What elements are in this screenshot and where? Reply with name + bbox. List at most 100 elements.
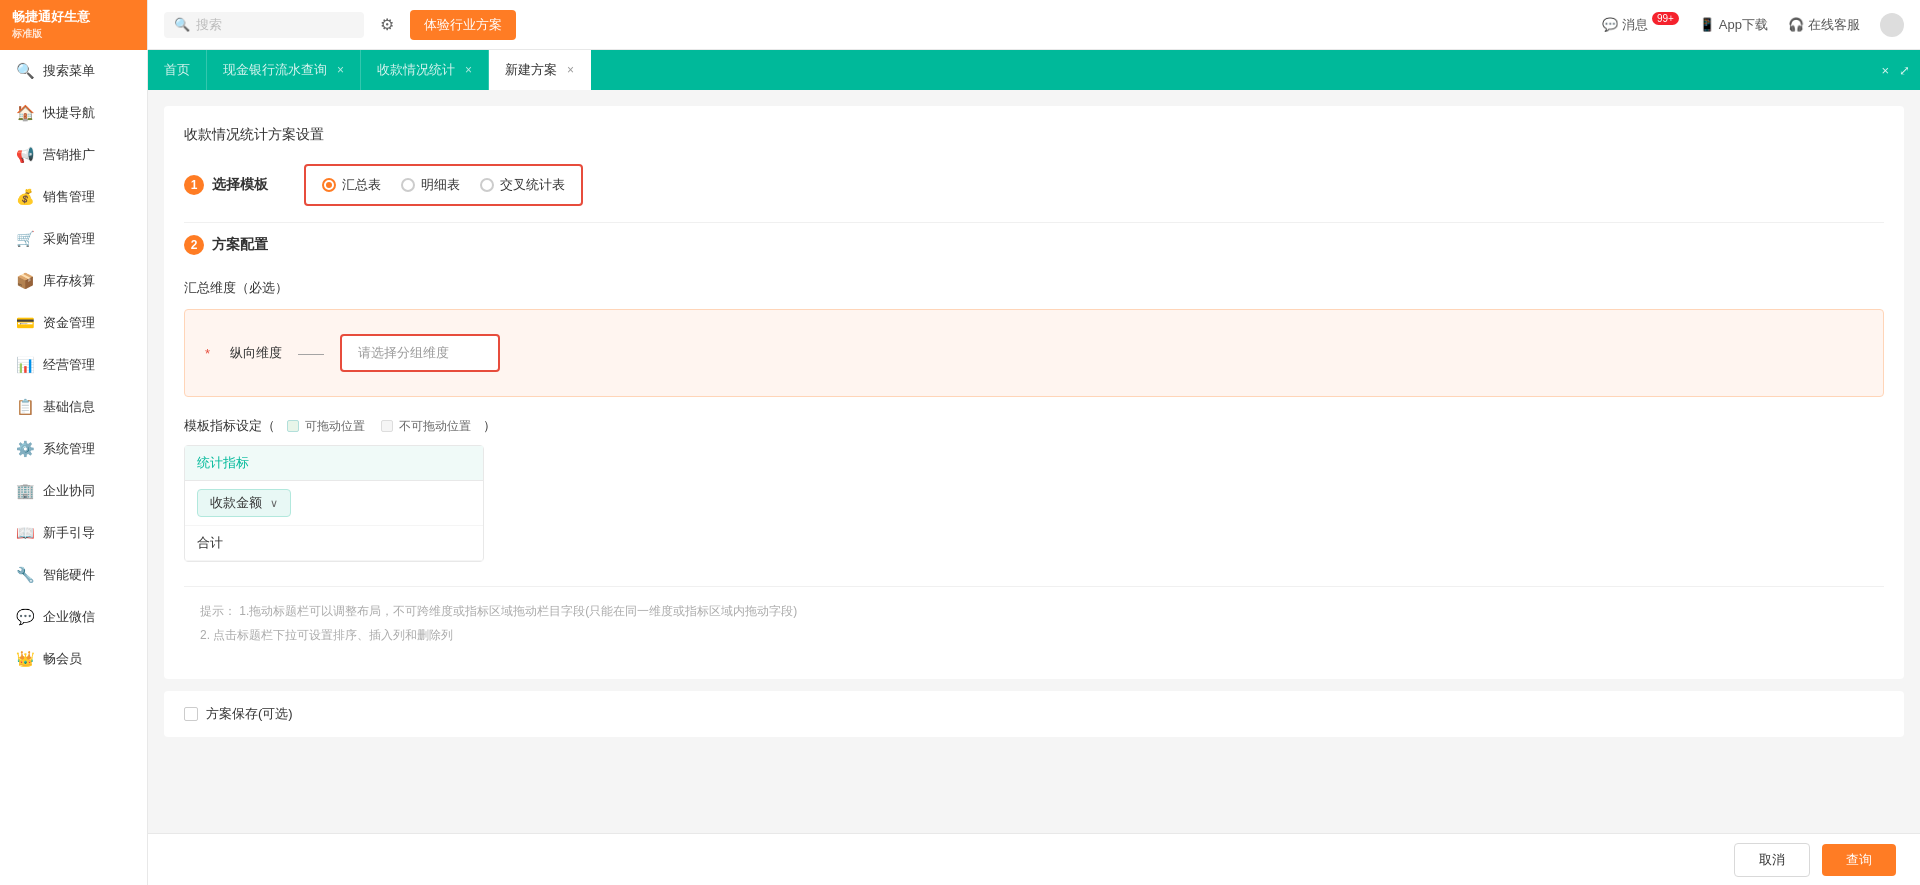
sidebar-item-system[interactable]: ⚙️ 系统管理 bbox=[0, 428, 147, 470]
indicator-table-head: 统计指标 bbox=[185, 446, 483, 481]
sidebar-item-corp[interactable]: 🏢 企业协同 bbox=[0, 470, 147, 512]
sidebar-item-search[interactable]: 🔍 搜索菜单 bbox=[0, 50, 147, 92]
marketing-icon: 📢 bbox=[16, 146, 35, 164]
sidebar-item-finance[interactable]: 💳 资金管理 bbox=[0, 302, 147, 344]
tab-new-plan-close[interactable]: × bbox=[567, 63, 574, 77]
page-card: 收款情况统计方案设置 1 选择模板 汇总表 明细表 交叉统计 bbox=[164, 106, 1904, 679]
query-button[interactable]: 查询 bbox=[1822, 844, 1896, 876]
footer-section: 方案保存(可选) bbox=[164, 691, 1904, 737]
download-item[interactable]: 📱 App下载 bbox=[1699, 16, 1768, 34]
sidebar-item-label: 新手引导 bbox=[43, 524, 95, 542]
cancel-button[interactable]: 取消 bbox=[1734, 843, 1810, 877]
sidebar-item-label: 采购管理 bbox=[43, 230, 95, 248]
download-icon: 📱 bbox=[1699, 17, 1715, 32]
tab-collection[interactable]: 收款情况统计 × bbox=[361, 50, 489, 90]
industry-solution-button[interactable]: 体验行业方案 bbox=[410, 10, 516, 40]
section2-label: 方案配置 bbox=[212, 236, 268, 254]
tab-collection-label: 收款情况统计 bbox=[377, 61, 455, 79]
tab-home[interactable]: 首页 bbox=[148, 50, 207, 90]
save-checkbox[interactable] bbox=[184, 707, 198, 721]
bottom-bar: 取消 查询 bbox=[148, 833, 1920, 885]
tab-collection-close[interactable]: × bbox=[465, 63, 472, 77]
dimension-vertical-label: 纵向维度 bbox=[230, 344, 282, 362]
tab-new-plan-label: 新建方案 bbox=[505, 61, 557, 79]
search-placeholder: 搜索 bbox=[196, 16, 222, 34]
dimension-area: * 纵向维度 —— 请选择分组维度 bbox=[184, 309, 1884, 397]
radio-summary-label: 汇总表 bbox=[342, 176, 381, 194]
service-item[interactable]: 🎧 在线客服 bbox=[1788, 16, 1860, 34]
gear-icon[interactable]: ⚙ bbox=[380, 15, 394, 34]
tab-cashflow-label: 现金银行流水查询 bbox=[223, 61, 327, 79]
radio-detail-label: 明细表 bbox=[421, 176, 460, 194]
section2-num: 2 bbox=[184, 235, 204, 255]
business-icon: 📊 bbox=[16, 356, 35, 374]
sidebar-item-label: 快捷导航 bbox=[43, 104, 95, 122]
radio-cross-circle bbox=[480, 178, 494, 192]
sidebar-item-label: 搜索菜单 bbox=[43, 62, 95, 80]
sidebar-item-inventory[interactable]: 📦 库存核算 bbox=[0, 260, 147, 302]
sidebar-item-basic[interactable]: 📋 基础信息 bbox=[0, 386, 147, 428]
required-mark: * bbox=[205, 346, 210, 361]
app-edition: 标准版 bbox=[12, 27, 90, 41]
radio-summary[interactable]: 汇总表 bbox=[322, 176, 381, 194]
sidebar-item-label: 资金管理 bbox=[43, 314, 95, 332]
topbar-right: 💬 消息 99+ 📱 App下载 🎧 在线客服 bbox=[1602, 13, 1904, 37]
sidebar-item-label: 库存核算 bbox=[43, 272, 95, 290]
dimension-input[interactable]: 请选择分组维度 bbox=[340, 334, 500, 372]
radio-detail[interactable]: 明细表 bbox=[401, 176, 460, 194]
topbar: 🔍 搜索 ⚙ 体验行业方案 💬 消息 99+ 📱 App下载 🎧 在线客服 bbox=[148, 0, 1920, 50]
sidebar-item-hardware[interactable]: 🔧 智能硬件 bbox=[0, 554, 147, 596]
system-icon: ⚙️ bbox=[16, 440, 35, 458]
dimension-config: 汇总维度（必选） * 纵向维度 —— 请选择分组维度 模板指标设定（ bbox=[184, 279, 1884, 659]
tab-cashflow[interactable]: 现金银行流水查询 × bbox=[207, 50, 361, 90]
sidebar: 畅捷通好生意 标准版 🔍 搜索菜单 🏠 快捷导航 📢 营销推广 💰 销售管理 🛒… bbox=[0, 0, 148, 885]
indicator-header: 模板指标设定（ 可拖动位置 不可拖动位置 ） bbox=[184, 417, 1884, 435]
section1-num: 1 bbox=[184, 175, 204, 195]
sidebar-item-guide[interactable]: 📖 新手引导 bbox=[0, 512, 147, 554]
radio-cross[interactable]: 交叉统计表 bbox=[480, 176, 565, 194]
tab-close-all-icon[interactable]: × bbox=[1881, 63, 1889, 78]
sidebar-item-sales[interactable]: 💰 销售管理 bbox=[0, 176, 147, 218]
sidebar-item-purchase[interactable]: 🛒 采购管理 bbox=[0, 218, 147, 260]
sidebar-item-label: 经营管理 bbox=[43, 356, 95, 374]
sidebar-item-member[interactable]: 👑 畅会员 bbox=[0, 638, 147, 680]
indicator-table: 统计指标 收款金额 ∨ 合计 bbox=[184, 445, 484, 562]
dimension-row: * 纵向维度 —— 请选择分组维度 bbox=[205, 334, 1863, 372]
basic-info-icon: 📋 bbox=[16, 398, 35, 416]
sidebar-item-nav[interactable]: 🏠 快捷导航 bbox=[0, 92, 147, 134]
tab-new-plan[interactable]: 新建方案 × bbox=[489, 50, 591, 90]
sidebar-item-label: 企业微信 bbox=[43, 608, 95, 626]
wechat-icon: 💬 bbox=[16, 608, 35, 626]
fixed-label: 不可拖动位置 bbox=[399, 418, 471, 435]
search-menu-icon: 🔍 bbox=[16, 62, 35, 80]
purchase-icon: 🛒 bbox=[16, 230, 35, 248]
indicator-tag[interactable]: 收款金额 ∨ bbox=[197, 489, 291, 517]
sidebar-item-marketing[interactable]: 📢 营销推广 bbox=[0, 134, 147, 176]
dimension-group-title: 汇总维度（必选） bbox=[184, 279, 1884, 297]
indicator-legend: 可拖动位置 不可拖动位置 bbox=[287, 418, 471, 435]
search-input-box[interactable]: 🔍 搜索 bbox=[164, 12, 364, 38]
sidebar-item-label: 基础信息 bbox=[43, 398, 95, 416]
finance-icon: 💳 bbox=[16, 314, 35, 332]
service-icon: 🎧 bbox=[1788, 17, 1804, 32]
sidebar-item-wechat[interactable]: 💬 企业微信 bbox=[0, 596, 147, 638]
section-divider bbox=[184, 222, 1884, 223]
app-logo: 畅捷通好生意 标准版 bbox=[0, 0, 147, 50]
home-icon: 🏠 bbox=[16, 104, 35, 122]
message-item[interactable]: 💬 消息 99+ bbox=[1602, 16, 1679, 34]
message-label: 消息 bbox=[1622, 16, 1648, 34]
service-label: 在线客服 bbox=[1808, 16, 1860, 34]
user-avatar[interactable] bbox=[1880, 13, 1904, 37]
tab-home-label: 首页 bbox=[164, 61, 190, 79]
user-icon bbox=[1880, 13, 1904, 37]
tab-expand-icon[interactable]: ⤢ bbox=[1899, 63, 1910, 78]
radio-detail-circle bbox=[401, 178, 415, 192]
sidebar-item-business[interactable]: 📊 经营管理 bbox=[0, 344, 147, 386]
template-selection-box: 汇总表 明细表 交叉统计表 bbox=[304, 164, 583, 206]
search-icon: 🔍 bbox=[174, 17, 190, 32]
section1-header: 1 选择模板 汇总表 明细表 交叉统计表 bbox=[184, 164, 1884, 206]
tab-cashflow-close[interactable]: × bbox=[337, 63, 344, 77]
hardware-icon: 🔧 bbox=[16, 566, 35, 584]
save-label: 方案保存(可选) bbox=[206, 705, 293, 723]
member-icon: 👑 bbox=[16, 650, 35, 668]
